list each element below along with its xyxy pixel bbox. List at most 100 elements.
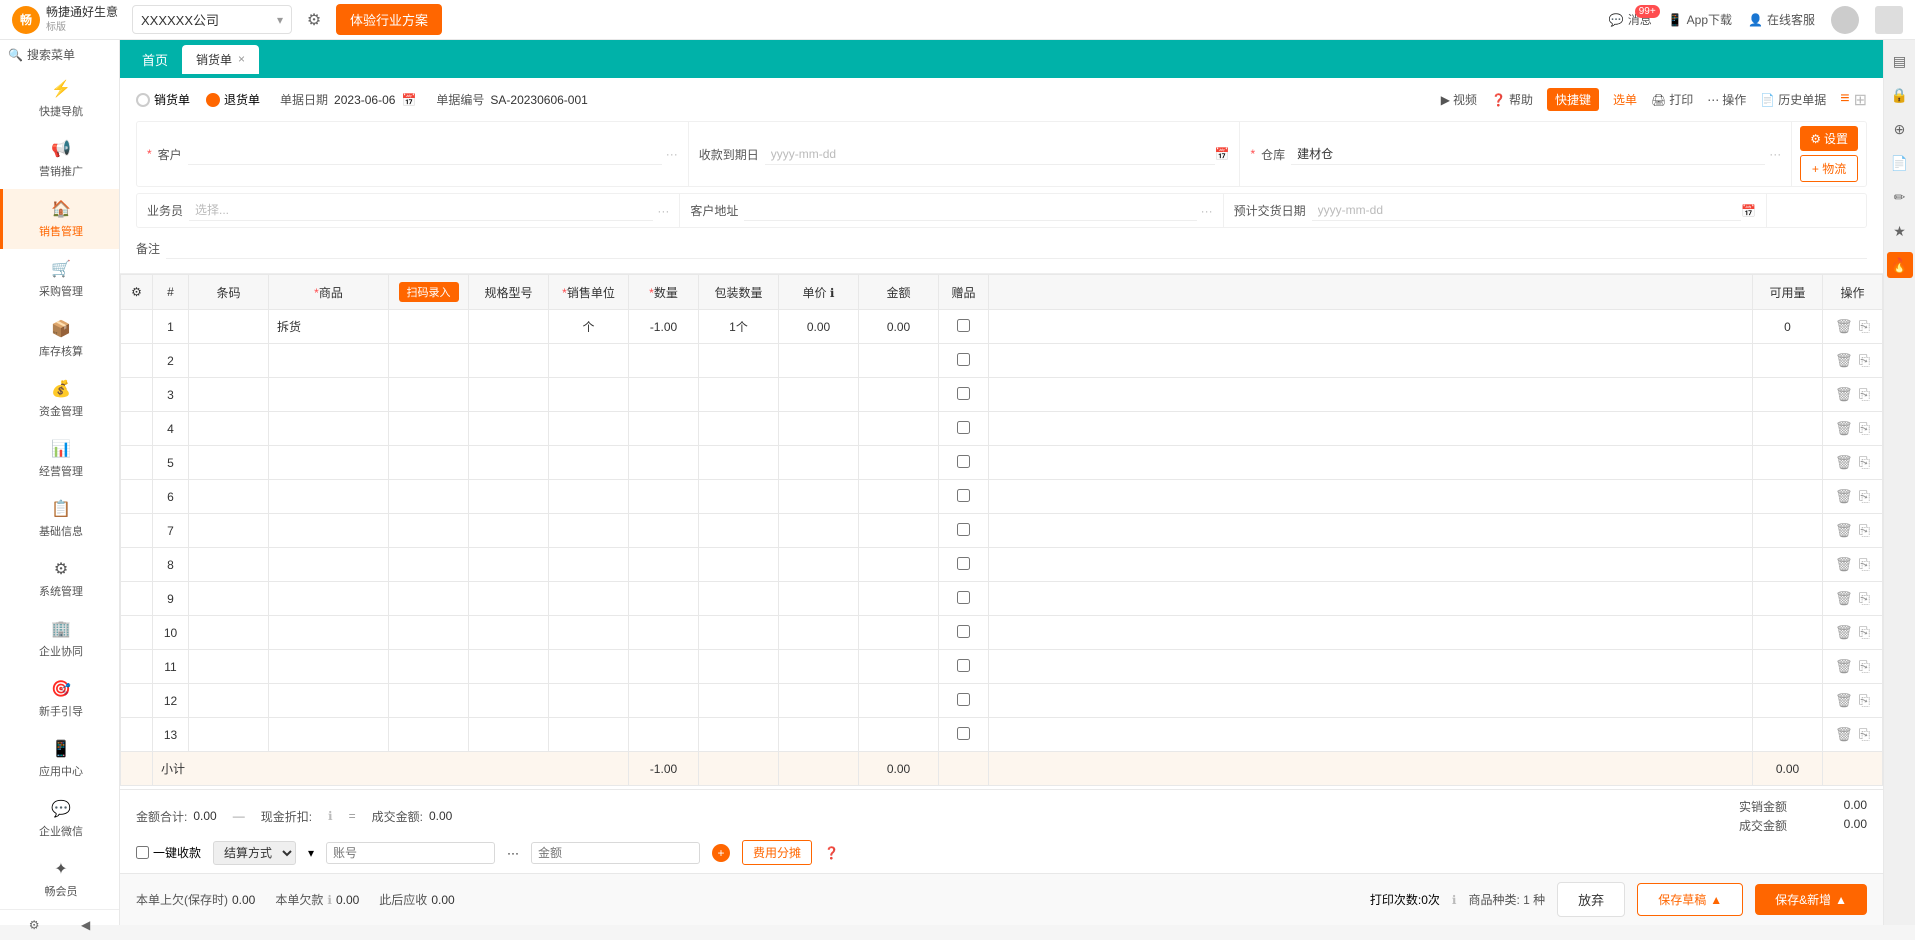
sidebar-item-quick-nav[interactable]: ⚡ 快捷导航 — [0, 69, 119, 129]
delete-icon[interactable]: 🗑 — [1835, 352, 1853, 369]
video-button[interactable]: ▶ 视频 — [1441, 91, 1477, 108]
row-unit[interactable] — [549, 548, 629, 582]
sidebar-item-enterprise[interactable]: 🏢 企业协同 — [0, 609, 119, 669]
row-qty[interactable] — [629, 378, 699, 412]
row-amount[interactable] — [859, 548, 939, 582]
list-view-icon[interactable]: ≡ — [1840, 90, 1849, 110]
avatar[interactable] — [1831, 6, 1859, 34]
delete-icon[interactable]: 🗑 — [1835, 488, 1853, 505]
row-qty[interactable] — [629, 344, 699, 378]
row-price[interactable] — [779, 548, 859, 582]
row-pkg-qty[interactable] — [699, 650, 779, 684]
delete-icon[interactable]: 🗑 — [1835, 658, 1853, 675]
print-button[interactable]: 🖨 打印 — [1651, 91, 1693, 108]
row-qty[interactable] — [629, 480, 699, 514]
row-pkg-qty[interactable] — [699, 412, 779, 446]
row-remark[interactable] — [989, 446, 1753, 480]
row-unit[interactable] — [549, 446, 629, 480]
row-unit[interactable] — [549, 616, 629, 650]
row-amount[interactable] — [859, 684, 939, 718]
row-gift[interactable] — [939, 684, 989, 718]
operation-button[interactable]: ⋯ 操作 — [1707, 91, 1746, 108]
customer-address-input[interactable] — [744, 200, 1196, 221]
row-remark[interactable] — [989, 412, 1753, 446]
row-barcode[interactable] — [189, 718, 269, 752]
row-spec[interactable] — [469, 480, 549, 514]
row-spec[interactable] — [469, 514, 549, 548]
online-service-button[interactable]: 👤 在线客服 — [1748, 11, 1815, 28]
copy-icon[interactable]: ⎘ — [1859, 386, 1870, 403]
account-input[interactable] — [326, 842, 495, 864]
row-unit[interactable]: 个 — [549, 310, 629, 344]
row-barcode[interactable] — [189, 684, 269, 718]
customer-dots-icon[interactable]: ··· — [666, 147, 678, 161]
right-panel-icon-7[interactable]: 🔥 — [1887, 252, 1913, 278]
row-pkg-qty[interactable] — [699, 616, 779, 650]
row-qty[interactable] — [629, 514, 699, 548]
row-barcode[interactable] — [189, 310, 269, 344]
delete-icon[interactable]: 🗑 — [1835, 590, 1853, 607]
row-barcode[interactable] — [189, 650, 269, 684]
sidebar-item-inventory[interactable]: 📦 库存核算 — [0, 309, 119, 369]
scan-btn[interactable]: 扫码录入 — [399, 282, 459, 302]
row-qty[interactable]: -1.00 — [629, 310, 699, 344]
warehouse-input[interactable] — [1291, 144, 1765, 165]
row-pkg-qty[interactable] — [699, 684, 779, 718]
row-product[interactable] — [269, 514, 389, 548]
row-qty[interactable] — [629, 582, 699, 616]
row-barcode[interactable] — [189, 446, 269, 480]
row-amount[interactable] — [859, 514, 939, 548]
row-qty[interactable] — [629, 412, 699, 446]
payment-due-input[interactable] — [765, 144, 1215, 165]
return-order-radio[interactable]: 退货单 — [206, 91, 260, 108]
row-unit[interactable] — [549, 582, 629, 616]
one-click-checkbox[interactable] — [136, 846, 149, 859]
row-qty[interactable] — [629, 718, 699, 752]
sidebar-item-purchase[interactable]: 🛒 采购管理 — [0, 249, 119, 309]
row-spec[interactable] — [469, 548, 549, 582]
right-panel-icon-6[interactable]: ★ — [1887, 218, 1913, 244]
copy-icon[interactable]: ⎘ — [1859, 726, 1870, 743]
customer-input[interactable] — [188, 144, 662, 165]
row-price[interactable] — [779, 650, 859, 684]
fee-split-button[interactable]: 费用分摊 — [742, 840, 812, 865]
row-amount[interactable] — [859, 582, 939, 616]
company-selector[interactable]: XXXXXX公司 ▾ — [132, 5, 292, 34]
row-price[interactable] — [779, 378, 859, 412]
row-barcode[interactable] — [189, 378, 269, 412]
copy-icon[interactable]: ⎘ — [1859, 692, 1870, 709]
row-product[interactable] — [269, 582, 389, 616]
sidebar-item-basic[interactable]: 📋 基础信息 — [0, 489, 119, 549]
delete-icon[interactable]: 🗑 — [1835, 692, 1853, 709]
row-remark[interactable] — [989, 684, 1753, 718]
copy-icon[interactable]: ⎘ — [1859, 454, 1870, 471]
row-product[interactable] — [269, 480, 389, 514]
row-remark[interactable] — [989, 378, 1753, 412]
row-barcode[interactable] — [189, 412, 269, 446]
row-price[interactable] — [779, 514, 859, 548]
row-gift[interactable] — [939, 650, 989, 684]
row-amount[interactable] — [859, 344, 939, 378]
app-download-button[interactable]: 📱 App下载 — [1668, 11, 1732, 28]
discard-button[interactable]: 放弃 — [1557, 882, 1625, 917]
right-panel-icon-5[interactable]: ✏ — [1887, 184, 1913, 210]
row-product[interactable] — [269, 446, 389, 480]
row-product[interactable] — [269, 684, 389, 718]
row-price[interactable] — [779, 616, 859, 650]
th-scan[interactable]: 扫码录入 — [389, 275, 469, 310]
settings-bottom-icon[interactable]: ⚙ — [29, 918, 40, 932]
sidebar-item-member[interactable]: ✦ 畅会员 — [0, 849, 119, 909]
row-amount[interactable] — [859, 378, 939, 412]
row-barcode[interactable] — [189, 548, 269, 582]
copy-icon[interactable]: ⎘ — [1859, 624, 1870, 641]
row-qty[interactable] — [629, 684, 699, 718]
row-spec[interactable] — [469, 446, 549, 480]
row-pkg-qty[interactable] — [699, 378, 779, 412]
row-remark[interactable] — [989, 650, 1753, 684]
delete-icon[interactable]: 🗑 — [1835, 454, 1853, 471]
row-price[interactable] — [779, 684, 859, 718]
row-pkg-qty[interactable] — [699, 480, 779, 514]
warehouse-dots-icon[interactable]: ··· — [1769, 147, 1781, 161]
row-remark[interactable] — [989, 310, 1753, 344]
delete-icon[interactable]: 🗑 — [1835, 522, 1853, 539]
